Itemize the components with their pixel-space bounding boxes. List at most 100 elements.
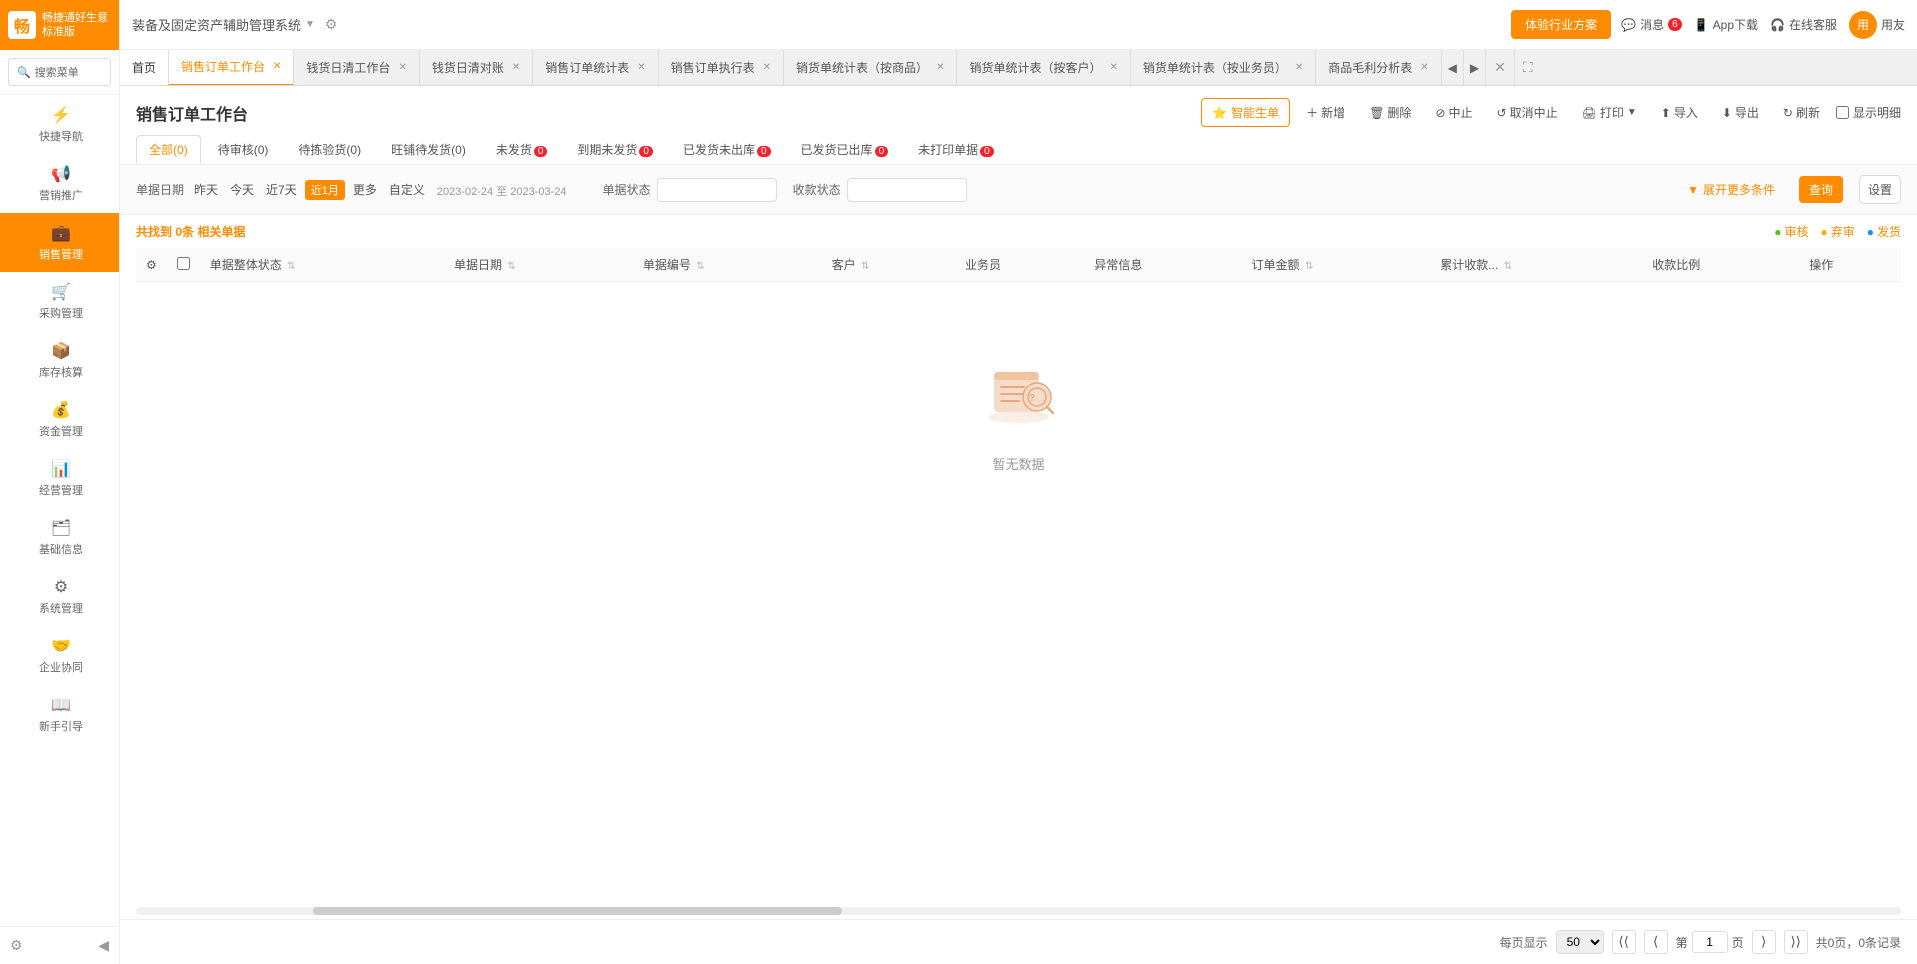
sub-tab-not-shipped[interactable]: 未发货0 <box>483 135 561 164</box>
tab-nav-left-button[interactable]: ◀ <box>1442 50 1464 86</box>
app-download-button[interactable]: 📱 App下载 <box>1694 16 1758 33</box>
date-option-yesterday[interactable]: 昨天 <box>190 179 222 200</box>
sort-status-icon[interactable]: ⇅ <box>287 261 295 272</box>
tab-close-cash-daily[interactable]: ✕ <box>398 62 406 73</box>
tab-sales-stats[interactable]: 销售订单统计表 ✕ <box>533 50 658 86</box>
sub-tab-not-printed[interactable]: 未打印单据0 <box>905 135 1007 164</box>
sort-number-icon[interactable]: ⇅ <box>696 261 704 272</box>
export-button[interactable]: ⬇ 导出 <box>1714 99 1767 126</box>
tab-gross-profit[interactable]: 商品毛利分析表 ✕ <box>1316 50 1441 86</box>
sub-tab-wangpu-pending[interactable]: 旺铺待发货(0) <box>378 135 479 164</box>
sort-customer-icon[interactable]: ⇅ <box>861 261 869 272</box>
tab-close-by-customer[interactable]: ✕ <box>1109 62 1117 73</box>
tab-close-gross-profit[interactable]: ✕ <box>1420 62 1428 73</box>
settings-bottom-button[interactable]: ⚙ <box>10 937 23 954</box>
smart-generate-button[interactable]: ⭐ 智能生单 <box>1201 98 1290 127</box>
ship-action-button[interactable]: ● 发货 <box>1867 223 1901 240</box>
pagination-prev-button[interactable]: ⟨ <box>1644 930 1668 954</box>
tab-sales-exec[interactable]: 销售订单执行表 ✕ <box>659 50 784 86</box>
column-checkbox[interactable] <box>167 248 200 282</box>
sub-tab-shipped-out[interactable]: 已发货已出库0 <box>788 135 902 164</box>
show-detail-checkbox-label[interactable]: 显示明细 <box>1836 104 1901 121</box>
per-page-select[interactable]: 50 <box>1556 930 1604 954</box>
status-select[interactable] <box>657 178 777 202</box>
select-all-checkbox[interactable] <box>177 257 190 270</box>
scrollbar-thumb[interactable] <box>313 907 843 915</box>
cancel-review-action-button[interactable]: ● 弃审 <box>1820 223 1854 240</box>
sort-amount-icon[interactable]: ⇅ <box>1305 261 1313 272</box>
sub-tab-bar: 全部(0) 待审核(0) 待拣验货(0) 旺铺待发货(0) 未发货0 到期未发货… <box>120 127 1917 164</box>
tab-close-sales-stats[interactable]: ✕ <box>637 62 645 73</box>
sort-collected-icon[interactable]: ⇅ <box>1504 261 1512 272</box>
date-option-more[interactable]: 更多 <box>349 179 381 200</box>
tab-close-by-product[interactable]: ✕ <box>936 62 944 73</box>
print-dropdown-icon: ▼ <box>1627 107 1637 118</box>
sidebar-item-finance[interactable]: 💰 资金管理 <box>0 390 119 449</box>
sidebar-item-base-info[interactable]: 🗂 基础信息 <box>0 508 119 567</box>
sub-tab-all[interactable]: 全部(0) <box>136 135 201 164</box>
date-option-today[interactable]: 今天 <box>226 179 258 200</box>
tab-close-by-staff[interactable]: ✕ <box>1295 62 1303 73</box>
sub-tab-overdue-not-shipped[interactable]: 到期未发货0 <box>564 135 666 164</box>
sidebar-item-inventory[interactable]: 📦 库存核算 <box>0 331 119 390</box>
sub-tab-shipped-not-out[interactable]: 已发货未出库0 <box>670 135 784 164</box>
pagination-next-button[interactable]: ⟩ <box>1752 930 1776 954</box>
add-button[interactable]: ＋ 新增 <box>1298 99 1353 126</box>
review-action-button[interactable]: ● 审核 <box>1774 223 1808 240</box>
sub-tab-pending-review[interactable]: 待审核(0) <box>205 135 282 164</box>
payment-select[interactable] <box>847 178 967 202</box>
topbar-gear-icon[interactable]: ⚙ <box>325 16 338 33</box>
stop-button[interactable]: ⊘ 中止 <box>1427 99 1480 126</box>
sidebar-item-guide[interactable]: 📖 新手引导 <box>0 685 119 744</box>
import-button[interactable]: ⬆ 导入 <box>1653 99 1706 126</box>
sidebar-item-quick-nav[interactable]: ⚡ 快捷导航 <box>0 95 119 154</box>
sub-tab-pending-inspection[interactable]: 待拣验货(0) <box>285 135 374 164</box>
show-detail-checkbox[interactable] <box>1836 106 1849 119</box>
tab-sales-by-customer[interactable]: 销货单统计表（按客户） ✕ <box>957 50 1130 86</box>
industry-solution-button[interactable]: 体验行业方案 <box>1511 10 1611 39</box>
user-menu[interactable]: 用 用友 <box>1849 11 1905 39</box>
date-option-7days[interactable]: 近7天 <box>262 179 301 200</box>
message-button[interactable]: 💬 消息 6 <box>1621 16 1682 33</box>
tab-close-all-button[interactable]: ✕ <box>1486 50 1515 86</box>
filter-area: 单据日期 昨天 今天 近7天 近1月 更多 自定义 2023-02-24 至 2… <box>120 164 1917 215</box>
sidebar-item-marketing[interactable]: 📢 营销推广 <box>0 154 119 213</box>
tab-sales-by-product[interactable]: 销货单统计表（按商品） ✕ <box>784 50 957 86</box>
tab-nav-right-button[interactable]: ▶ <box>1464 50 1486 86</box>
settings-filter-button[interactable]: 设置 <box>1859 175 1901 204</box>
search-menu-button[interactable]: 🔍 搜索菜单 <box>8 58 111 86</box>
empty-text: 暂无数据 <box>992 454 1044 473</box>
sidebar-item-enterprise[interactable]: 🤝 企业协同 <box>0 626 119 685</box>
cancel-stop-button[interactable]: ↺ 取消中止 <box>1489 99 1566 126</box>
system-title-area: 装备及固定资产辅助管理系统 ▼ ⚙ <box>132 15 1501 34</box>
collapse-sidebar-button[interactable]: ◀ <box>98 937 109 954</box>
tab-sales-workbench[interactable]: 销售订单工作台 ✕ <box>169 50 294 86</box>
tab-cash-reconcile[interactable]: 钱货日清对账 ✕ <box>420 50 533 86</box>
tab-close-cash-reconcile[interactable]: ✕ <box>512 62 520 73</box>
column-settings[interactable]: ⚙ <box>136 248 167 282</box>
system-title-dropdown[interactable]: 装备及固定资产辅助管理系统 ▼ <box>132 15 315 34</box>
tab-close-sales-workbench[interactable]: ✕ <box>273 61 281 72</box>
tab-close-sales-exec[interactable]: ✕ <box>763 62 771 73</box>
search-button[interactable]: 查询 <box>1799 176 1843 203</box>
delete-button[interactable]: 🗑 删除 <box>1361 99 1419 126</box>
pagination-last-button[interactable]: ⟩⟩ <box>1784 930 1808 954</box>
refresh-button[interactable]: ↻ 刷新 <box>1775 99 1828 126</box>
page-number-input[interactable] <box>1692 931 1728 953</box>
pagination-first-button[interactable]: ⟨⟨ <box>1612 930 1636 954</box>
horizontal-scrollbar[interactable] <box>136 907 1901 915</box>
sidebar-item-operations[interactable]: 📊 经营管理 <box>0 449 119 508</box>
expand-filter-button[interactable]: ▼ 展开更多条件 <box>1687 181 1775 198</box>
tab-cash-daily[interactable]: 钱货日清工作台 ✕ <box>294 50 419 86</box>
sidebar-item-system[interactable]: ⚙ 系统管理 <box>0 567 119 626</box>
online-service-button[interactable]: 🎧 在线客服 <box>1770 16 1837 33</box>
tab-home[interactable]: 首页 <box>120 50 169 86</box>
sidebar-item-purchase[interactable]: 🛒 采购管理 <box>0 272 119 331</box>
tab-maximize-button[interactable]: ⛶ <box>1515 50 1541 86</box>
tab-sales-by-staff[interactable]: 销货单统计表（按业务员） ✕ <box>1131 50 1316 86</box>
date-option-custom[interactable]: 自定义 <box>385 179 429 200</box>
print-button[interactable]: 🖨 打印 ▼ <box>1574 99 1645 126</box>
sort-date-icon[interactable]: ⇅ <box>507 261 515 272</box>
sidebar-item-sales[interactable]: 💼 销售管理 <box>0 213 119 272</box>
date-option-1month[interactable]: 近1月 <box>305 180 345 200</box>
